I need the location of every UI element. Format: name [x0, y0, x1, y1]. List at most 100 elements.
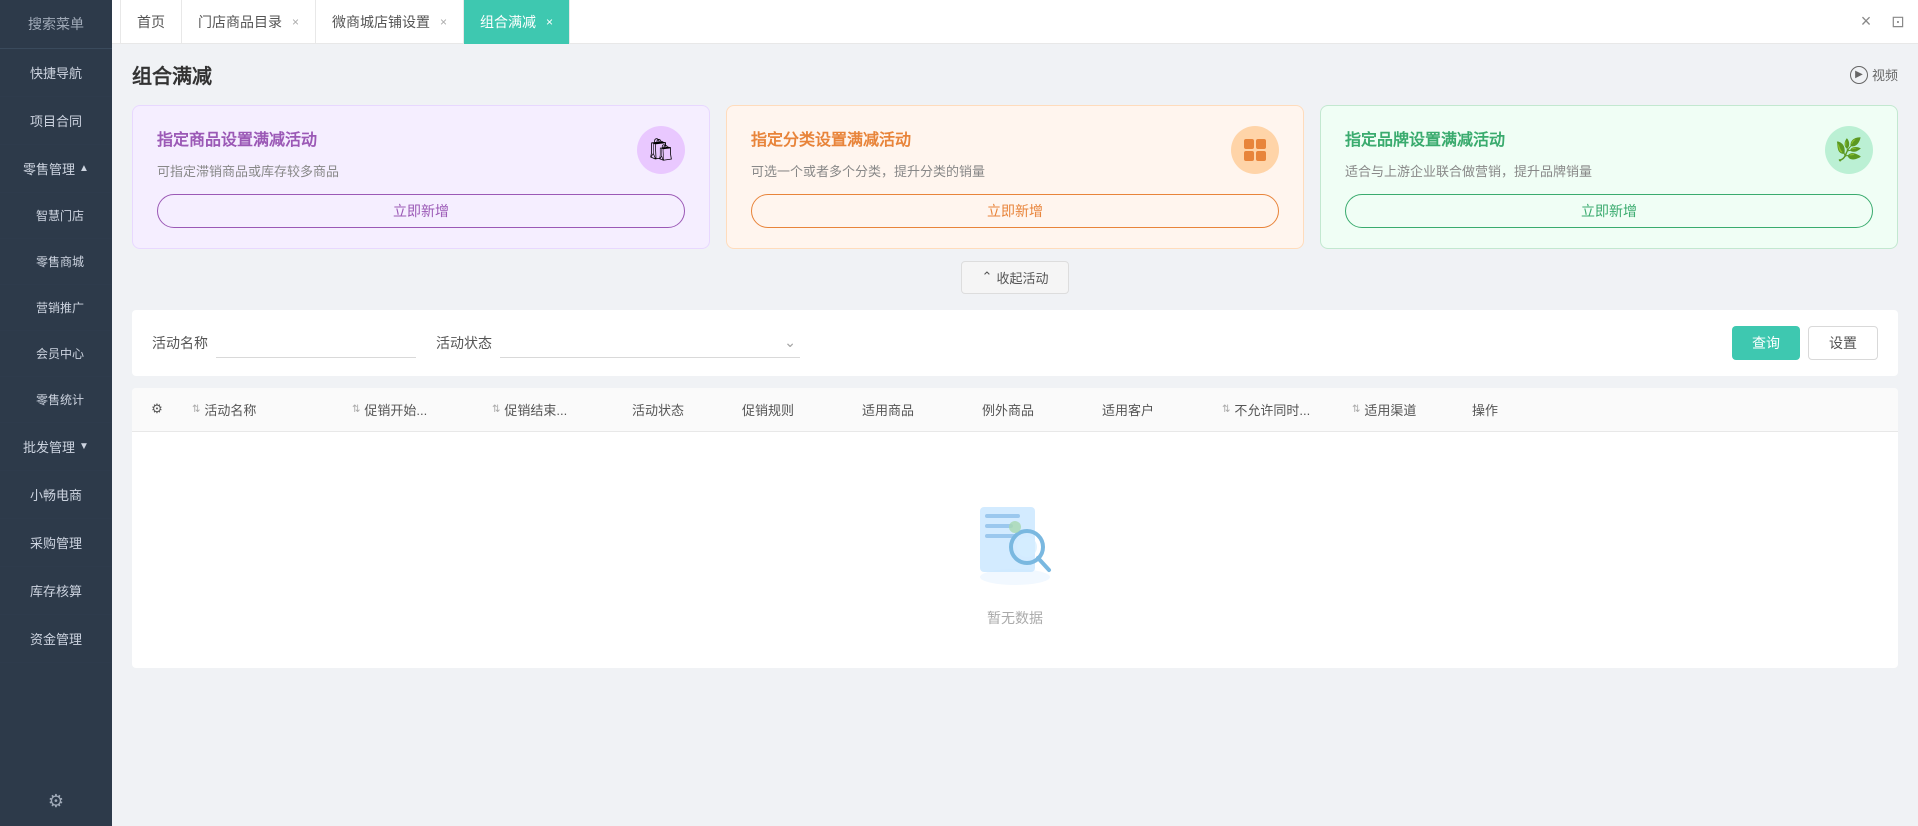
th-except: 例外商品: [972, 388, 1092, 431]
th-end[interactable]: ⇅ 促销结束...: [482, 388, 622, 431]
sidebar-item-label: 零售商城: [36, 253, 84, 270]
sort-icon: ⇅: [352, 404, 360, 415]
brand-card-btn[interactable]: 立即新增: [1345, 194, 1873, 228]
tab-combo-discount-label: 组合满减: [480, 12, 536, 32]
th-status-label: 活动状态: [632, 400, 684, 419]
goods-activity-card: 🛍 指定商品设置满减活动 可指定滞销商品或库存较多商品 立即新增: [132, 105, 710, 249]
th-rule-label: 促销规则: [742, 400, 794, 419]
tab-bar-actions: × ⊡: [1854, 10, 1910, 34]
video-link[interactable]: ▶ 视频: [1850, 65, 1898, 84]
restore-button[interactable]: ×: [1854, 10, 1878, 34]
sidebar-item-label: 库存核算: [30, 581, 82, 600]
category-card-btn[interactable]: 立即新增: [751, 194, 1279, 228]
category-card-title: 指定分类设置满减活动: [751, 126, 1279, 150]
sidebar-item-wholesale-mgmt[interactable]: 批发管理 ▼: [0, 423, 112, 471]
goods-card-desc: 可指定滞销商品或库存较多商品: [157, 162, 685, 182]
tab-store-catalog[interactable]: 门店商品目录 ×: [182, 0, 316, 44]
brand-card-title: 指定品牌设置满减活动: [1345, 126, 1873, 150]
th-channel-label: 适用渠道: [1364, 400, 1416, 419]
th-customer-label: 适用客户: [1102, 400, 1154, 419]
th-goods: 适用商品: [852, 388, 972, 431]
th-status: 活动状态: [622, 388, 732, 431]
tab-store-catalog-close[interactable]: ×: [292, 15, 299, 29]
tab-home-label: 首页: [137, 12, 165, 32]
gear-icon: ⚙: [151, 401, 163, 417]
th-notallow[interactable]: ⇅ 不允许同时...: [1212, 388, 1342, 431]
play-icon: ▶: [1850, 66, 1868, 84]
empty-text: 暂无数据: [987, 608, 1043, 628]
gear-icon: ⚙: [48, 791, 64, 811]
set-button[interactable]: 设置: [1808, 326, 1878, 360]
filter-name-item: 活动名称: [152, 328, 416, 358]
collapse-button[interactable]: ⌃ 收起活动: [961, 261, 1070, 294]
filter-bar: 活动名称 活动状态 ⌄ 查询 设置: [132, 310, 1898, 376]
sidebar-item-retail-mgmt[interactable]: 零售管理 ▲: [0, 145, 112, 193]
filter-status-label: 活动状态: [436, 333, 492, 353]
maximize-button[interactable]: ⊡: [1886, 10, 1910, 34]
tab-wechat-store-close[interactable]: ×: [440, 15, 447, 29]
sidebar-item-inventory[interactable]: 库存核算: [0, 567, 112, 615]
filter-name-label: 活动名称: [152, 333, 208, 353]
th-ops-label: 操作: [1472, 400, 1498, 419]
sidebar-item-purchase-mgmt[interactable]: 采购管理: [0, 519, 112, 567]
arrow-icon: ▼: [79, 441, 89, 452]
sort-icon: ⇅: [192, 404, 200, 415]
goods-card-btn[interactable]: 立即新增: [157, 194, 685, 228]
activity-cards: 🛍 指定商品设置满减活动 可指定滞销商品或库存较多商品 立即新增 指定分类设置满…: [132, 105, 1898, 249]
sidebar-item-label: 营销推广: [36, 299, 84, 316]
brand-activity-card: 🌿 指定品牌设置满减活动 适合与上游企业联合做营销，提升品牌销量 立即新增: [1320, 105, 1898, 249]
sidebar-settings[interactable]: ⚙: [0, 777, 112, 826]
th-name-label: 活动名称: [204, 400, 256, 419]
tab-home[interactable]: 首页: [120, 0, 182, 44]
empty-illustration: [955, 492, 1075, 592]
sidebar-item-project-contract[interactable]: 项目合同: [0, 97, 112, 145]
th-start[interactable]: ⇅ 促销开始...: [342, 388, 482, 431]
sidebar-item-xiaochang[interactable]: 小畅电商: [0, 471, 112, 519]
collapse-bar: ⌃ 收起活动: [132, 261, 1898, 294]
filter-status-select-wrap: ⌄: [500, 328, 800, 358]
filter-status-select[interactable]: [500, 328, 800, 358]
tab-wechat-store[interactable]: 微商城店铺设置 ×: [316, 0, 464, 44]
collapse-icon: ⌃: [982, 269, 993, 285]
sidebar: 搜索菜单 快捷导航 项目合同 零售管理 ▲ 智慧门店 零售商城 营销推广 会员中…: [0, 0, 112, 826]
th-start-label: 促销开始...: [364, 400, 427, 419]
filter-name-input[interactable]: [216, 328, 416, 358]
page-content: 组合满减 ▶ 视频 🛍 指定商品设置满减活动 可指定滞销商品或库存较多商品 立即…: [112, 44, 1918, 826]
sidebar-item-retail-stats[interactable]: 零售统计: [0, 377, 112, 423]
main-area: 首页 门店商品目录 × 微商城店铺设置 × 组合满减 × × ⊡ 组合满减 ▶ …: [112, 0, 1918, 826]
sidebar-item-label: 会员中心: [36, 345, 84, 362]
tab-combo-discount-close[interactable]: ×: [546, 15, 553, 29]
sidebar-item-smart-store[interactable]: 智慧门店: [0, 193, 112, 239]
sidebar-item-label: 采购管理: [30, 533, 82, 552]
sidebar-item-member-center[interactable]: 会员中心: [0, 331, 112, 377]
th-name[interactable]: ⇅ 活动名称: [182, 388, 342, 431]
category-card-desc: 可选一个或者多个分类，提升分类的销量: [751, 162, 1279, 182]
sidebar-item-finance[interactable]: 资金管理: [0, 615, 112, 663]
th-gear[interactable]: ⚙: [132, 389, 182, 429]
sidebar-item-label: 快捷导航: [30, 63, 82, 82]
tab-wechat-store-label: 微商城店铺设置: [332, 12, 430, 32]
sidebar-item-quick-nav[interactable]: 快捷导航: [0, 49, 112, 97]
sidebar-search[interactable]: 搜索菜单: [0, 0, 112, 49]
page-header: 组合满减 ▶ 视频: [132, 60, 1898, 89]
arrow-icon: ▲: [79, 163, 89, 174]
sidebar-item-label: 小畅电商: [30, 485, 82, 504]
sidebar-item-marketing[interactable]: 营销推广: [0, 285, 112, 331]
tab-bar: 首页 门店商品目录 × 微商城店铺设置 × 组合满减 × × ⊡: [112, 0, 1918, 44]
category-card-icon: [1231, 126, 1279, 174]
th-except-label: 例外商品: [982, 400, 1034, 419]
sort-icon: ⇅: [492, 404, 500, 415]
chevron-down-icon: ⌄: [784, 334, 796, 351]
sidebar-item-label: 资金管理: [30, 629, 82, 648]
sidebar-item-retail-mall[interactable]: 零售商城: [0, 239, 112, 285]
tab-combo-discount[interactable]: 组合满减 ×: [464, 0, 570, 44]
goods-card-title: 指定商品设置满减活动: [157, 126, 685, 150]
th-channel[interactable]: ⇅ 适用渠道: [1342, 388, 1462, 431]
query-button[interactable]: 查询: [1732, 326, 1800, 360]
sort-icon: ⇅: [1352, 404, 1360, 415]
sidebar-item-label: 智慧门店: [36, 207, 84, 224]
brand-card-desc: 适合与上游企业联合做营销，提升品牌销量: [1345, 162, 1873, 182]
collapse-label: 收起活动: [996, 268, 1048, 287]
th-goods-label: 适用商品: [862, 400, 914, 419]
page-title: 组合满减: [132, 60, 212, 89]
